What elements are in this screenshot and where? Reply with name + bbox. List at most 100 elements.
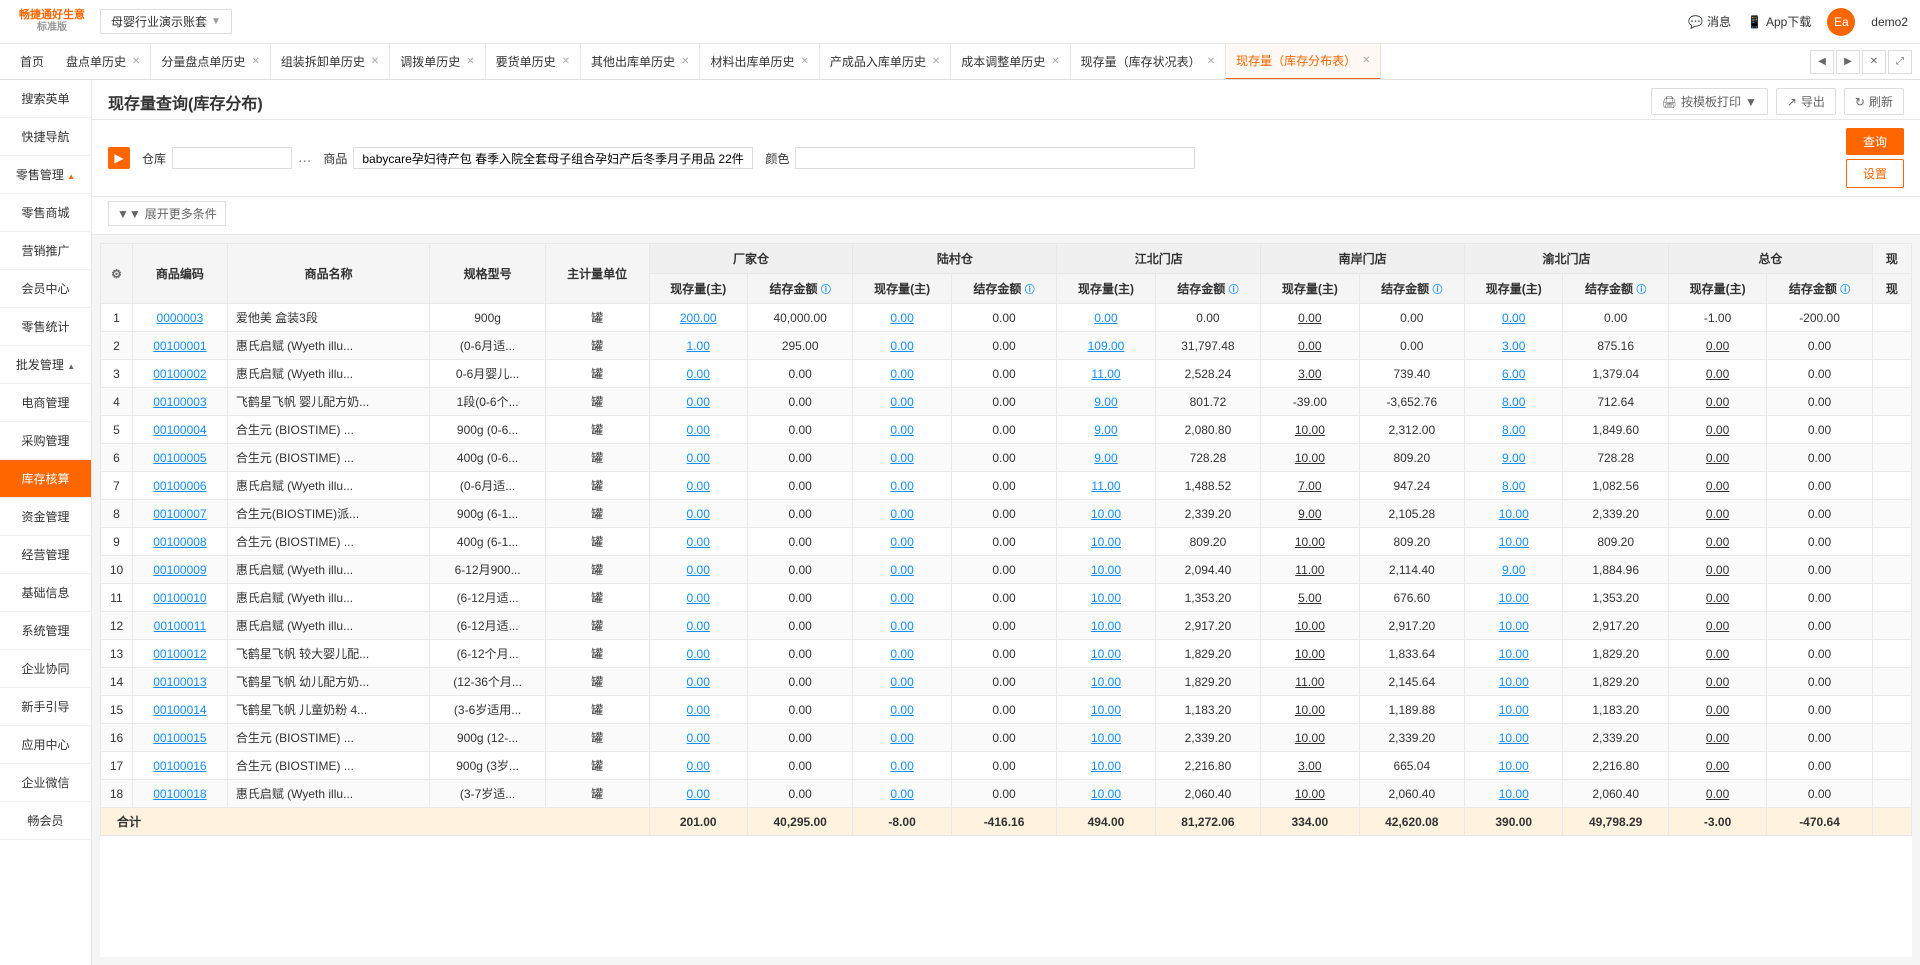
cell-jiangbei-amt: 1,353.20 bbox=[1155, 584, 1261, 612]
settings-button[interactable]: 设置 bbox=[1846, 159, 1904, 188]
tab-material-out[interactable]: 材料出库单历史 ✕ bbox=[700, 44, 819, 80]
cell-total-amt: 0.00 bbox=[1767, 612, 1873, 640]
tab-close-5[interactable]: ✕ bbox=[562, 56, 570, 67]
cell-jiangbei-amt: 0.00 bbox=[1155, 304, 1261, 332]
sidebar-item-finance[interactable]: 资金管理 bbox=[0, 498, 91, 536]
sidebar: 搜索英单 快捷导航 零售管理 ▲ 零售商城 营销推广 会员中心 零售统计 批发管… bbox=[0, 80, 92, 965]
tab-close-10[interactable]: ✕ bbox=[1207, 56, 1215, 67]
tab-stock-status[interactable]: 现存量（库存状况表） ✕ bbox=[1071, 44, 1226, 80]
tab-close-8[interactable]: ✕ bbox=[932, 56, 940, 67]
cell-jiangbei-amt: 2,216.80 bbox=[1155, 752, 1261, 780]
tab-home[interactable]: 首页 bbox=[8, 53, 56, 70]
export-btn[interactable]: ↗ 导出 bbox=[1776, 88, 1836, 115]
warehouse-input[interactable] bbox=[172, 147, 292, 169]
lu-info-icon[interactable]: ⓘ bbox=[1025, 285, 1035, 296]
cell-jiangbei-amt: 1,183.20 bbox=[1155, 696, 1261, 724]
tab-order[interactable]: 要货单历史 ✕ bbox=[486, 44, 581, 80]
tab-prev-btn[interactable]: ◀ bbox=[1810, 50, 1834, 74]
tab-close-1[interactable]: ✕ bbox=[132, 56, 140, 67]
cell-lu-amt: 0.00 bbox=[951, 780, 1057, 808]
sidebar-item-quicknav[interactable]: 快捷导航 bbox=[0, 118, 91, 156]
tab-close-7[interactable]: ✕ bbox=[800, 56, 808, 67]
cell-code: 00100010 bbox=[133, 584, 228, 612]
app-download-link[interactable]: 📱 App下载 bbox=[1747, 13, 1811, 30]
sidebar-item-basics[interactable]: 基础信息 bbox=[0, 574, 91, 612]
sidebar-item-wholesale[interactable]: 批发管理 ▲ bbox=[0, 346, 91, 384]
cell-no: 12 bbox=[101, 612, 133, 640]
sidebar-item-system[interactable]: 系统管理 bbox=[0, 612, 91, 650]
sidebar-item-wechat[interactable]: 企业微信 bbox=[0, 764, 91, 802]
tab-close-9[interactable]: ✕ bbox=[1051, 56, 1059, 67]
sidebar-item-enterprise[interactable]: 企业协同 bbox=[0, 650, 91, 688]
cell-factory-qty: 0.00 bbox=[649, 696, 747, 724]
tab-transfer[interactable]: 调拨单历史 ✕ bbox=[390, 44, 485, 80]
tab-close-6[interactable]: ✕ bbox=[681, 56, 689, 67]
user-name[interactable]: demo2 bbox=[1871, 15, 1908, 29]
tab-inventory-single[interactable]: 盘点单历史 ✕ bbox=[56, 44, 151, 80]
filter-toggle-btn[interactable]: ▶ bbox=[108, 147, 130, 169]
tab-close-11[interactable]: ✕ bbox=[1362, 55, 1370, 66]
tab-stock-dist[interactable]: 现存量（库存分布表） ✕ bbox=[1226, 44, 1381, 80]
th-no: 商品编码 bbox=[133, 244, 228, 304]
yubei-info-icon[interactable]: ⓘ bbox=[1636, 285, 1646, 296]
goods-input[interactable] bbox=[353, 147, 753, 169]
sidebar-item-marketing[interactable]: 营销推广 bbox=[0, 232, 91, 270]
cell-total-qty: 0.00 bbox=[1668, 528, 1766, 556]
warehouse-dots[interactable]: ... bbox=[298, 149, 311, 167]
cell-spec: (6-12个月... bbox=[430, 640, 545, 668]
message-link[interactable]: 💬 消息 bbox=[1688, 13, 1731, 30]
tab-close-all-btn[interactable]: ✕ bbox=[1862, 50, 1886, 74]
sidebar-item-member2[interactable]: 畅会员 bbox=[0, 802, 91, 840]
sidebar-item-search[interactable]: 搜索英单 bbox=[0, 80, 91, 118]
jiangbei-info-icon[interactable]: ⓘ bbox=[1229, 285, 1239, 296]
tab-assembly[interactable]: 组装拆卸单历史 ✕ bbox=[271, 44, 390, 80]
print-btn[interactable]: 🖨 按模板打印 ▼ bbox=[1651, 88, 1768, 115]
user-avatar[interactable]: Ea bbox=[1827, 8, 1855, 36]
sidebar-item-purchase[interactable]: 采购管理 bbox=[0, 422, 91, 460]
tab-close-3[interactable]: ✕ bbox=[371, 56, 379, 67]
cell-factory-qty: 0.00 bbox=[649, 612, 747, 640]
cell-nanan-qty: 10.00 bbox=[1261, 780, 1359, 808]
color-input[interactable] bbox=[795, 147, 1195, 169]
sidebar-item-inventory[interactable]: 库存核算 bbox=[0, 460, 91, 498]
settings-icon[interactable]: ⚙ bbox=[111, 267, 122, 281]
sidebar-item-retail-shop[interactable]: 零售商城 bbox=[0, 194, 91, 232]
query-button[interactable]: 查询 bbox=[1846, 128, 1904, 155]
sidebar-item-retail[interactable]: 零售管理 ▲ bbox=[0, 156, 91, 194]
table-row: 14 00100013 飞鹤星飞帆 幼儿配方奶... (12-36个月... 罐… bbox=[101, 668, 1912, 696]
cell-lu-qty: 0.00 bbox=[853, 472, 951, 500]
cell-lu-amt: 0.00 bbox=[951, 612, 1057, 640]
tab-next-btn[interactable]: ▶ bbox=[1836, 50, 1860, 74]
th-settings[interactable]: ⚙ bbox=[101, 244, 133, 304]
refresh-btn[interactable]: ↻ 刷新 bbox=[1844, 88, 1904, 115]
cell-lu-qty: 0.00 bbox=[853, 556, 951, 584]
nanan-info-icon[interactable]: ⓘ bbox=[1432, 285, 1442, 296]
sidebar-item-member[interactable]: 会员中心 bbox=[0, 270, 91, 308]
tab-cost-adjust[interactable]: 成本调整单历史 ✕ bbox=[951, 44, 1070, 80]
tab-close-4[interactable]: ✕ bbox=[466, 56, 474, 67]
sidebar-item-ecommerce[interactable]: 电商管理 bbox=[0, 384, 91, 422]
tab-other-out[interactable]: 其他出库单历史 ✕ bbox=[581, 44, 700, 80]
factory-info-icon[interactable]: ⓘ bbox=[821, 285, 831, 296]
total-info-icon[interactable]: ⓘ bbox=[1840, 285, 1850, 296]
cell-jiangbei-qty: 10.00 bbox=[1057, 752, 1155, 780]
cell-total-qty: 0.00 bbox=[1668, 612, 1766, 640]
cell-factory-qty: 0.00 bbox=[649, 556, 747, 584]
sidebar-item-appstore[interactable]: 应用中心 bbox=[0, 726, 91, 764]
expand-conditions-btn[interactable]: ▼▼ 展开更多条件 bbox=[108, 201, 226, 226]
sidebar-item-guide[interactable]: 新手引导 bbox=[0, 688, 91, 726]
table-container[interactable]: ⚙ 商品编码 商品名称 规格型号 主计量单位 厂家仓 陆村仓 江北门店 南岸门店… bbox=[100, 243, 1912, 957]
sidebar-item-retail-stats[interactable]: 零售统计 bbox=[0, 308, 91, 346]
tab-product-in[interactable]: 产成品入库单历史 ✕ bbox=[820, 44, 951, 80]
tab-inventory-sub[interactable]: 分量盘点单历史 ✕ bbox=[151, 44, 270, 80]
tab-expand-btn[interactable]: ⤢ bbox=[1888, 50, 1912, 74]
cell-yubei-qty: 10.00 bbox=[1465, 584, 1563, 612]
cell-yubei-qty: 9.00 bbox=[1465, 444, 1563, 472]
summary-label: 合计 bbox=[101, 808, 650, 836]
sidebar-item-operations[interactable]: 经营管理 bbox=[0, 536, 91, 574]
tab-close-2[interactable]: ✕ bbox=[251, 56, 259, 67]
store-selector[interactable]: 母婴行业演示账套 ▼ bbox=[100, 9, 232, 34]
cell-spec: (6-12月适... bbox=[430, 612, 545, 640]
table-row: 8 00100007 合生元(BIOSTIME)派... 900g (6-1..… bbox=[101, 500, 1912, 528]
table-row: 7 00100006 惠氏启赋 (Wyeth illu... (0-6月适...… bbox=[101, 472, 1912, 500]
